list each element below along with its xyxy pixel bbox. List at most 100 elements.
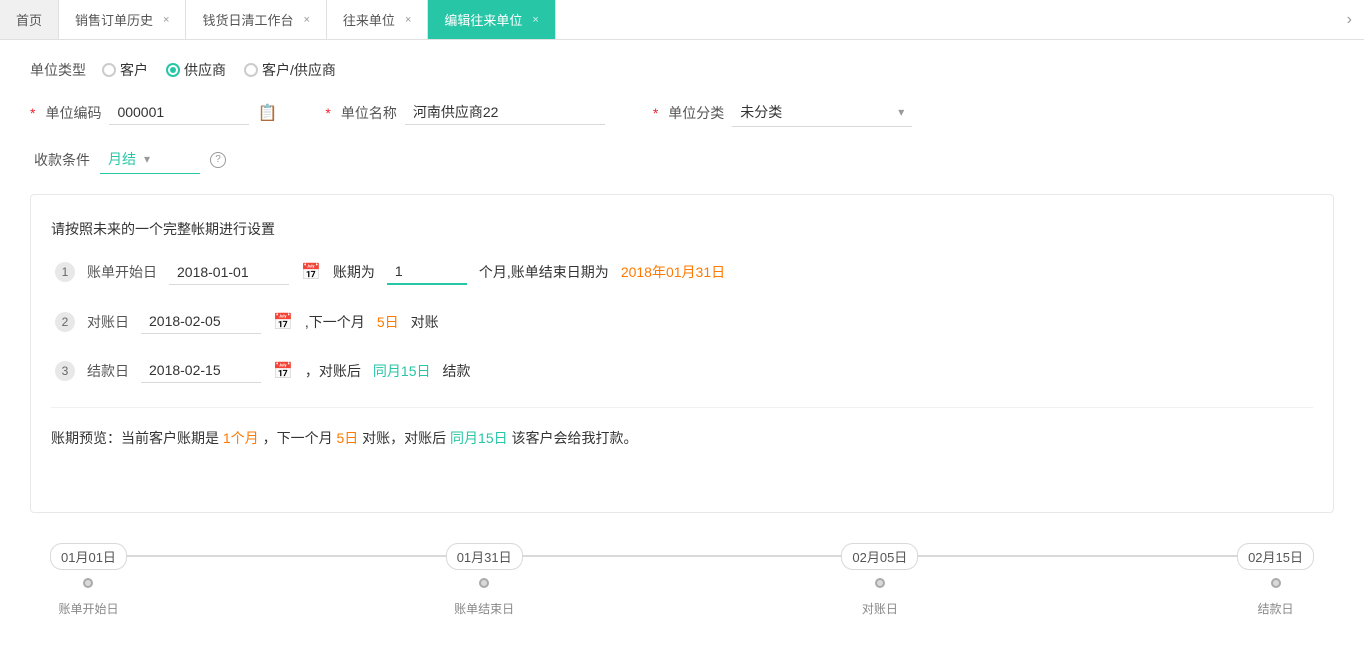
payment-condition-row: 收款条件 月结 ▾ ? bbox=[34, 145, 1334, 174]
unit-name-required: * bbox=[325, 105, 330, 121]
timeline-dot-1 bbox=[83, 578, 93, 588]
radio-both-label: 客户/供应商 bbox=[262, 60, 336, 80]
timeline-label-3: 对账日 bbox=[862, 600, 898, 617]
unit-category-group: * 单位分类 未分类 ▾ bbox=[653, 98, 912, 127]
preview-end: 该客户会给我打款。 bbox=[512, 430, 638, 446]
period-row-3: 3 结款日 📅 ，对账后 同月15日 结款 bbox=[51, 358, 1313, 383]
preview-middle1: ，下一个月 bbox=[263, 430, 333, 446]
period-num-1: 1 bbox=[55, 262, 75, 282]
unit-name-label: 单位名称 bbox=[341, 103, 397, 123]
radio-supplier[interactable]: 供应商 bbox=[166, 60, 226, 80]
tab-cashflow-label: 钱货日清工作台 bbox=[202, 10, 293, 29]
tab-cashflow-close[interactable]: × bbox=[303, 14, 309, 26]
period-suffix-3a: ，对账后 bbox=[305, 361, 361, 381]
timeline-point-2: 01月31日 账单结束日 bbox=[446, 543, 523, 617]
period-num-2: 2 bbox=[55, 312, 75, 332]
period-end-date-1: 2018年01月31日 bbox=[621, 262, 725, 282]
unit-name-group: * 单位名称 bbox=[325, 100, 604, 125]
radio-group-unit-type: 客户 供应商 客户/供应商 bbox=[102, 60, 336, 80]
period-row-2: 2 对账日 📅 ,下一个月 5日 对账 bbox=[51, 309, 1313, 334]
tab-partner[interactable]: 往来单位 × bbox=[327, 0, 428, 39]
unit-code-required: * bbox=[30, 105, 35, 121]
tab-bar-arrow[interactable]: › bbox=[1335, 11, 1364, 29]
period-row-1: 1 账单开始日 📅 账期为 个月,账单结束日期为 2018年01月31日 bbox=[51, 259, 1313, 285]
period-month-input[interactable] bbox=[387, 259, 467, 285]
period-box-title: 请按照未来的一个完整帐期进行设置 bbox=[51, 219, 1313, 239]
timeline-dot-4 bbox=[1271, 578, 1281, 588]
timeline-date-2: 01月31日 bbox=[446, 543, 523, 570]
radio-customer-circle bbox=[102, 63, 116, 77]
preview-label: 账期预览：当前客户账期是 bbox=[51, 430, 219, 446]
timeline-label-4: 结款日 bbox=[1258, 600, 1294, 617]
unit-name-input[interactable] bbox=[405, 100, 605, 125]
tab-sales-history-label: 销售订单历史 bbox=[75, 10, 153, 29]
period-calendar-icon-2[interactable]: 📅 bbox=[273, 312, 293, 332]
period-suffix-2b: 对账 bbox=[411, 312, 439, 332]
period-suffix-2a: ,下一个月 bbox=[305, 312, 365, 332]
radio-supplier-label: 供应商 bbox=[184, 60, 226, 80]
help-icon[interactable]: ? bbox=[210, 152, 226, 168]
unit-category-required: * bbox=[653, 105, 658, 121]
main-content: 单位类型 客户 供应商 客户/供应商 * 单位编码 📋 * 单位名称 bbox=[0, 40, 1364, 657]
payment-select[interactable]: 月结 ▾ bbox=[100, 145, 200, 174]
payment-chevron-icon: ▾ bbox=[144, 152, 150, 166]
tab-cashflow[interactable]: 钱货日清工作台 × bbox=[186, 0, 326, 39]
unit-type-row: 单位类型 客户 供应商 客户/供应商 bbox=[30, 60, 1334, 80]
timeline-point-4: 02月15日 结款日 bbox=[1237, 543, 1314, 617]
period-date-input-1[interactable] bbox=[169, 260, 289, 285]
payment-value: 月结 bbox=[108, 149, 136, 169]
tab-sales-history[interactable]: 销售订单历史 × bbox=[59, 0, 186, 39]
timeline-date-1: 01月01日 bbox=[50, 543, 127, 570]
unit-code-input[interactable] bbox=[109, 100, 249, 125]
timeline-point-3: 02月05日 对账日 bbox=[841, 543, 918, 617]
timeline-date-4: 02月15日 bbox=[1237, 543, 1314, 570]
unit-category-dropdown[interactable]: 未分类 ▾ bbox=[732, 98, 912, 127]
tab-sales-history-close[interactable]: × bbox=[163, 14, 169, 26]
period-field-label-1: 账单开始日 bbox=[87, 262, 157, 282]
period-calendar-icon-1[interactable]: 📅 bbox=[301, 262, 321, 282]
period-suffix-1: 个月,账单结束日期为 bbox=[479, 262, 609, 282]
period-prefix-1: 账期为 bbox=[333, 262, 375, 282]
period-date-input-3[interactable] bbox=[141, 358, 261, 383]
payment-label: 收款条件 bbox=[34, 150, 90, 170]
timeline-dot-3 bbox=[875, 578, 885, 588]
chevron-down-icon: ▾ bbox=[898, 105, 904, 119]
unit-category-value: 未分类 bbox=[740, 102, 890, 122]
timeline-points: 01月01日 账单开始日 01月31日 账单结束日 02月05日 对账日 02月… bbox=[50, 543, 1314, 617]
period-suffix-3b: 结款 bbox=[443, 361, 471, 381]
period-field-label-2: 对账日 bbox=[87, 312, 129, 332]
unit-category-label: 单位分类 bbox=[668, 103, 724, 123]
timeline-container: 01月01日 账单开始日 01月31日 账单结束日 02月05日 对账日 02月… bbox=[30, 533, 1334, 637]
preview-section: 账期预览：当前客户账期是 1个月 ，下一个月 5日 对账，对账后 同月15日 该… bbox=[51, 407, 1313, 468]
tab-home[interactable]: 首页 bbox=[0, 0, 59, 39]
period-highlight-3: 同月15日 bbox=[373, 361, 431, 381]
period-field-label-3: 结款日 bbox=[87, 361, 129, 381]
tab-bar: 首页 销售订单历史 × 钱货日清工作台 × 往来单位 × 编辑往来单位 × › bbox=[0, 0, 1364, 40]
tab-home-label: 首页 bbox=[16, 10, 42, 29]
period-date-input-2[interactable] bbox=[141, 309, 261, 334]
period-calendar-icon-3[interactable]: 📅 bbox=[273, 361, 293, 381]
preview-text: 账期预览：当前客户账期是 1个月 ，下一个月 5日 对账，对账后 同月15日 该… bbox=[51, 424, 1313, 452]
timeline-date-3: 02月05日 bbox=[841, 543, 918, 570]
radio-both[interactable]: 客户/供应商 bbox=[244, 60, 336, 80]
unit-code-calendar-icon[interactable]: 📋 bbox=[257, 103, 277, 123]
period-setup-box: 请按照未来的一个完整帐期进行设置 1 账单开始日 📅 账期为 个月,账单结束日期… bbox=[30, 194, 1334, 513]
tab-edit-partner[interactable]: 编辑往来单位 × bbox=[428, 0, 555, 39]
preview-part3: 同月15日 bbox=[450, 430, 508, 446]
tab-partner-close[interactable]: × bbox=[405, 14, 411, 26]
timeline-label-1: 账单开始日 bbox=[58, 600, 118, 617]
unit-type-label: 单位类型 bbox=[30, 60, 86, 80]
radio-customer[interactable]: 客户 bbox=[102, 60, 148, 80]
timeline-label-2: 账单结束日 bbox=[454, 600, 514, 617]
period-num-3: 3 bbox=[55, 361, 75, 381]
preview-part1: 1个月 bbox=[223, 430, 259, 446]
unit-code-group: * 单位编码 📋 bbox=[30, 100, 277, 125]
timeline-point-1: 01月01日 账单开始日 bbox=[50, 543, 127, 617]
tab-edit-partner-close[interactable]: × bbox=[532, 14, 538, 26]
period-highlight-2: 5日 bbox=[377, 312, 399, 332]
unit-fields-row: * 单位编码 📋 * 单位名称 * 单位分类 未分类 ▾ bbox=[30, 98, 1334, 127]
timeline-dot-2 bbox=[479, 578, 489, 588]
radio-customer-label: 客户 bbox=[120, 60, 148, 80]
preview-middle2: 对账，对账后 bbox=[362, 430, 446, 446]
tab-partner-label: 往来单位 bbox=[343, 10, 395, 29]
